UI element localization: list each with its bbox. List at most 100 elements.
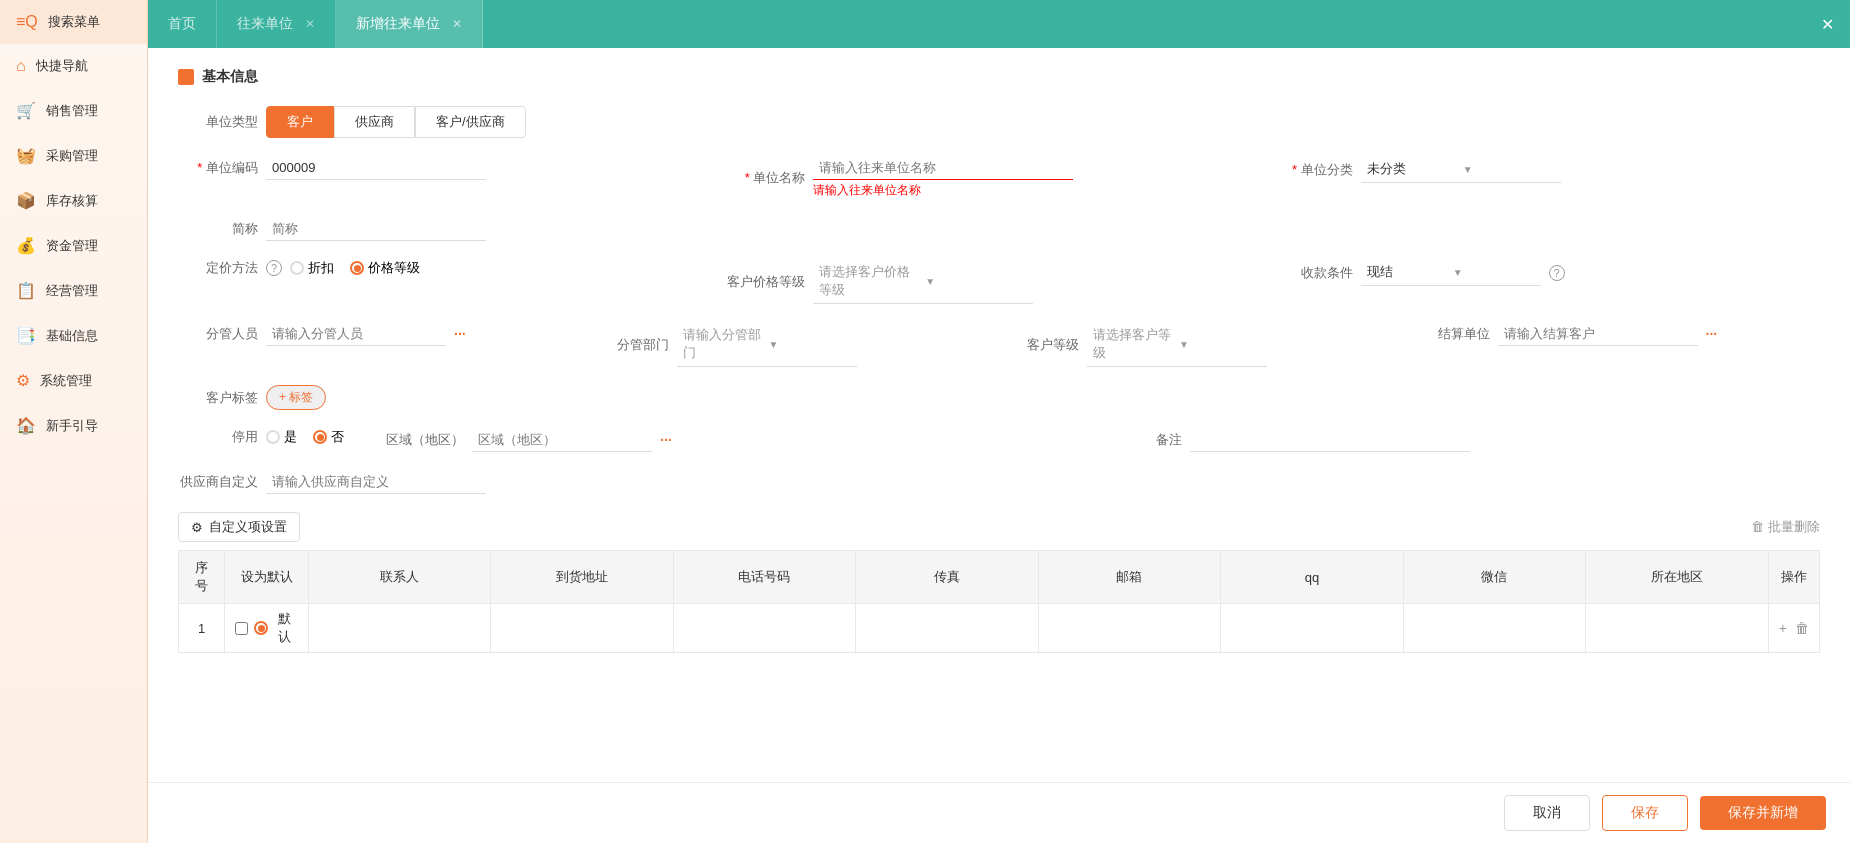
sidebar-item-purchase[interactable]: 🧺 采购管理 xyxy=(0,133,147,178)
add-row-button[interactable]: + xyxy=(1779,620,1787,636)
unit-type-buttons: 客户 供应商 客户/供应商 xyxy=(266,106,526,138)
custom-settings-button[interactable]: ⚙ 自定义项设置 xyxy=(178,512,300,542)
short-name-input[interactable] xyxy=(266,217,486,241)
customer-price-level-group: 客户价格等级 请选择客户价格等级 ▼ xyxy=(725,259,1272,304)
default-radio-circle xyxy=(254,621,268,635)
sidebar-item-system[interactable]: ⚙ 系统管理 xyxy=(0,358,147,403)
row-region-input[interactable] xyxy=(1596,621,1757,636)
delete-row-button[interactable]: 🗑 xyxy=(1795,620,1809,636)
save-new-button[interactable]: 保存并新增 xyxy=(1700,796,1826,830)
sidebar-item-guide[interactable]: 🏠 新手引导 xyxy=(0,403,147,448)
col-wechat: 微信 xyxy=(1403,551,1585,604)
settlement-unit-dots[interactable]: ··· xyxy=(1706,326,1718,342)
default-radio[interactable]: 默认 xyxy=(254,610,297,646)
sidebar-item-search[interactable]: ≡Q 搜索菜单 xyxy=(0,0,147,44)
department-select[interactable]: 请输入分管部门 ▼ xyxy=(677,322,857,367)
sidebar-item-inventory[interactable]: 📦 库存核算 xyxy=(0,178,147,223)
tab-new-partner-close[interactable]: ✕ xyxy=(452,17,462,31)
cell-default: 默认 xyxy=(225,604,308,653)
address-input[interactable] xyxy=(501,621,662,636)
region-input[interactable] xyxy=(472,428,652,452)
radio-no[interactable]: 否 xyxy=(313,428,344,446)
finance-icon: 💰 xyxy=(16,236,36,255)
unit-type-row: 单位类型 客户 供应商 客户/供应商 xyxy=(178,106,1820,138)
section-icon xyxy=(178,69,194,85)
tab-home[interactable]: 首页 xyxy=(148,0,217,48)
phone-input[interactable] xyxy=(684,621,845,636)
payment-terms-help-icon[interactable]: ? xyxy=(1549,265,1565,281)
pricing-help-icon[interactable]: ? xyxy=(266,260,282,276)
radio-yes-circle xyxy=(266,430,280,444)
supplier-custom-input[interactable] xyxy=(266,470,486,494)
tab-new-partner-label: 新增往来单位 xyxy=(356,15,440,33)
cell-contact[interactable] xyxy=(308,604,490,653)
col-region: 所在地区 xyxy=(1586,551,1768,604)
tab-new-partner[interactable]: 新增往来单位 ✕ xyxy=(336,0,483,48)
sidebar-item-operations[interactable]: 📋 经营管理 xyxy=(0,268,147,313)
pricing-method-label: 定价方法 xyxy=(178,259,258,277)
type-btn-both[interactable]: 客户/供应商 xyxy=(415,106,526,138)
sales-icon: 🛒 xyxy=(16,101,36,120)
window-close-button[interactable]: ✕ xyxy=(1805,15,1850,34)
col-contact: 联系人 xyxy=(308,551,490,604)
sidebar-item-basic-info[interactable]: 📑 基础信息 xyxy=(0,313,147,358)
cell-wechat[interactable] xyxy=(1403,604,1585,653)
radio-no-circle xyxy=(313,430,327,444)
contact-input[interactable] xyxy=(319,621,480,636)
batch-delete-button[interactable]: 🗑 批量删除 xyxy=(1751,518,1820,536)
cell-action: + 🗑 xyxy=(1768,604,1819,653)
radio-price-level[interactable]: 价格等级 xyxy=(350,259,420,277)
region-group: 区域（地区） ··· xyxy=(384,428,1102,452)
batch-delete-label: 批量删除 xyxy=(1768,519,1820,534)
tab-partner[interactable]: 往来单位 ✕ xyxy=(217,0,336,48)
email-input[interactable] xyxy=(1049,621,1210,636)
type-btn-supplier[interactable]: 供应商 xyxy=(334,106,415,138)
cell-seq: 1 xyxy=(179,604,225,653)
sidebar-item-finance[interactable]: 💰 资金管理 xyxy=(0,223,147,268)
payment-terms-value: 现结 xyxy=(1367,263,1449,281)
remark-label: 备注 xyxy=(1102,431,1182,449)
save-button[interactable]: 保存 xyxy=(1602,795,1688,831)
customer-price-level-select[interactable]: 请选择客户价格等级 ▼ xyxy=(813,259,1033,304)
wechat-input[interactable] xyxy=(1414,621,1575,636)
add-tag-button[interactable]: + 标签 xyxy=(266,385,326,410)
unit-name-error: 请输入往来单位名称 xyxy=(813,182,1073,199)
cell-qq[interactable] xyxy=(1221,604,1404,653)
type-btn-customer[interactable]: 客户 xyxy=(266,106,334,138)
radio-yes[interactable]: 是 xyxy=(266,428,297,446)
settlement-unit-group: 结算单位 ··· xyxy=(1410,322,1821,346)
cell-fax[interactable] xyxy=(856,604,1038,653)
unit-name-input[interactable] xyxy=(813,156,1073,180)
unit-name-group: 单位名称 请输入往来单位名称 xyxy=(725,156,1272,199)
manager-dots[interactable]: ··· xyxy=(454,326,466,342)
cell-region[interactable] xyxy=(1586,604,1768,653)
region-dots[interactable]: ··· xyxy=(660,432,672,448)
remark-input[interactable] xyxy=(1190,428,1470,452)
tab-partner-close[interactable]: ✕ xyxy=(305,17,315,31)
customer-price-level-placeholder: 请选择客户价格等级 xyxy=(819,263,921,299)
row-checkbox[interactable] xyxy=(235,622,248,635)
customer-level-select[interactable]: 请选择客户等级 ▼ xyxy=(1087,322,1267,367)
cell-email[interactable] xyxy=(1038,604,1220,653)
unit-category-select[interactable]: 未分类 ▼ xyxy=(1361,156,1561,183)
qq-input[interactable] xyxy=(1231,621,1393,636)
col-seq: 序号 xyxy=(179,551,225,604)
fax-input[interactable] xyxy=(866,621,1027,636)
unit-code-label: 单位编码 xyxy=(178,159,258,177)
sidebar-item-sales[interactable]: 🛒 销售管理 xyxy=(0,88,147,133)
unit-code-input[interactable] xyxy=(266,156,486,180)
unit-name-col: 请输入往来单位名称 xyxy=(813,156,1073,199)
unit-name-label: 单位名称 xyxy=(725,169,805,187)
manager-input[interactable] xyxy=(266,322,446,346)
unit-category-group: 单位分类 未分类 ▼ xyxy=(1273,156,1820,183)
settlement-unit-input[interactable] xyxy=(1498,322,1698,346)
col-email: 邮箱 xyxy=(1038,551,1220,604)
cell-phone[interactable] xyxy=(673,604,855,653)
sidebar-item-quick-nav[interactable]: ⌂ 快捷导航 xyxy=(0,44,147,88)
cell-address[interactable] xyxy=(491,604,673,653)
pricing-row: 定价方法 ? 折扣 价格等级 客户价格等级 请选择客户价格等级 xyxy=(178,259,1820,304)
payment-terms-group: 收款条件 现结 ▼ ? xyxy=(1273,259,1820,286)
cancel-button[interactable]: 取消 xyxy=(1504,795,1590,831)
payment-terms-select[interactable]: 现结 ▼ xyxy=(1361,259,1541,286)
radio-discount[interactable]: 折扣 xyxy=(290,259,334,277)
